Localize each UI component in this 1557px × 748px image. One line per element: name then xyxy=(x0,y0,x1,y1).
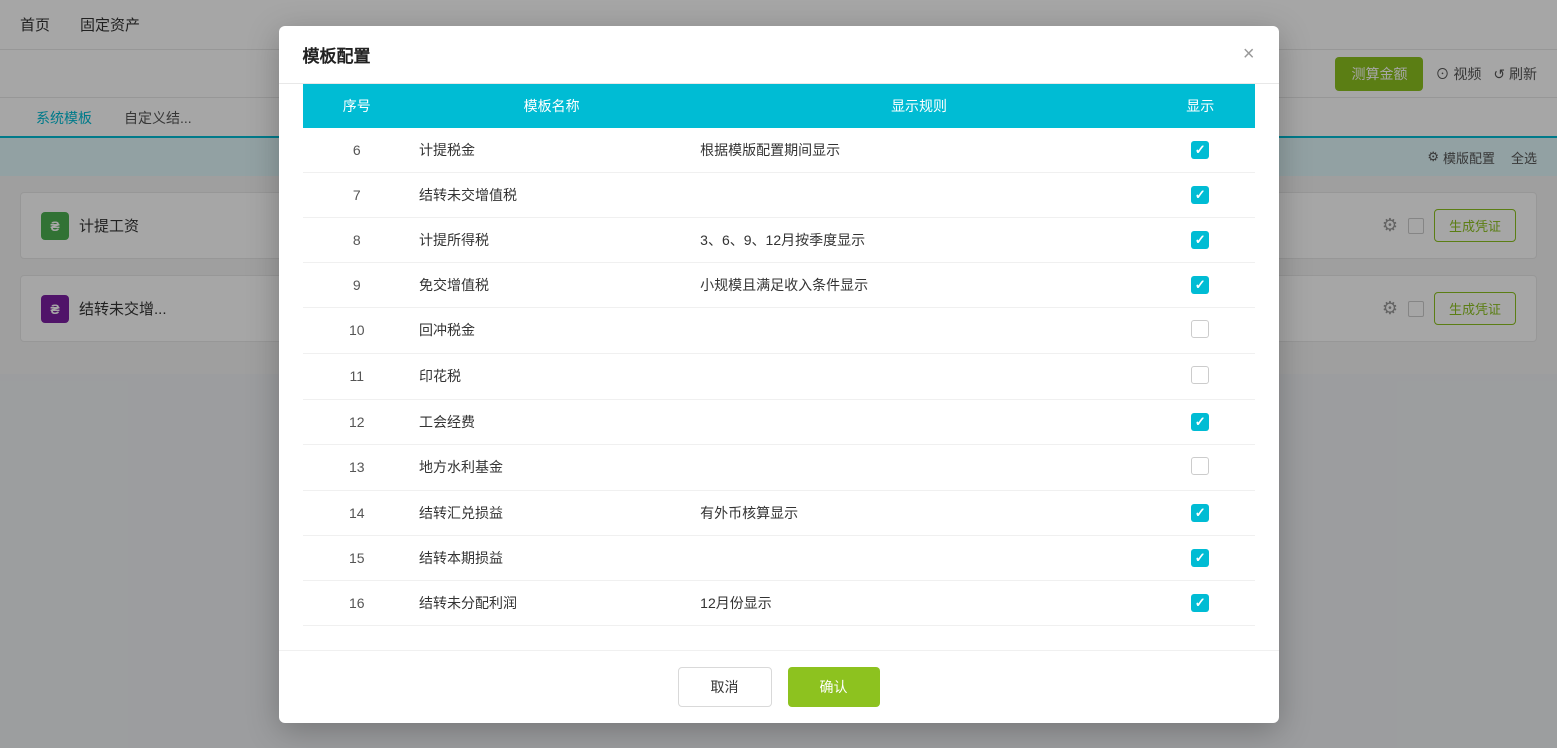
table-row: 9免交增值税小规模且满足收入条件显示 xyxy=(303,262,1255,307)
modal-body: 序号 模板名称 显示规则 显示 6计提税金根据模版配置期间显示7结转未交增值税8… xyxy=(279,84,1279,650)
modal-title: 模板配置 xyxy=(303,42,371,67)
modal-close-button[interactable]: × xyxy=(1243,44,1255,64)
row-rule: 12月份显示 xyxy=(692,580,1146,625)
table-row: 16结转未分配利润12月份显示 xyxy=(303,580,1255,625)
table-row: 7结转未交增值税 xyxy=(303,172,1255,217)
row-name: 地方水利基金 xyxy=(411,444,692,490)
row-rule xyxy=(692,444,1146,490)
row-id: 8 xyxy=(303,217,412,262)
row-name: 结转本期损益 xyxy=(411,535,692,580)
row-check-cell xyxy=(1146,307,1255,353)
row-name: 结转汇兑损益 xyxy=(411,490,692,535)
modal-header: 模板配置 × xyxy=(279,26,1279,84)
row-check-cell xyxy=(1146,580,1255,625)
row-checkbox[interactable] xyxy=(1191,276,1209,294)
row-name: 回冲税金 xyxy=(411,307,692,353)
col-header-rule: 显示规则 xyxy=(692,84,1146,128)
row-check-cell xyxy=(1146,353,1255,399)
row-name: 免交增值税 xyxy=(411,262,692,307)
row-name: 印花税 xyxy=(411,353,692,399)
table-row: 11印花税 xyxy=(303,353,1255,399)
row-checkbox[interactable] xyxy=(1191,504,1209,522)
row-rule xyxy=(692,353,1146,399)
row-rule xyxy=(692,399,1146,444)
row-id: 12 xyxy=(303,399,412,444)
table-row: 6计提税金根据模版配置期间显示 xyxy=(303,128,1255,173)
table-row: 15结转本期损益 xyxy=(303,535,1255,580)
row-name: 计提所得税 xyxy=(411,217,692,262)
config-table: 序号 模板名称 显示规则 显示 6计提税金根据模版配置期间显示7结转未交增值税8… xyxy=(303,84,1255,626)
row-rule: 3、6、9、12月按季度显示 xyxy=(692,217,1146,262)
row-checkbox[interactable] xyxy=(1191,457,1209,475)
modal-footer: 取消 确认 xyxy=(279,650,1279,723)
row-check-cell xyxy=(1146,535,1255,580)
row-check-cell xyxy=(1146,128,1255,173)
row-rule: 小规模且满足收入条件显示 xyxy=(692,262,1146,307)
row-id: 16 xyxy=(303,580,412,625)
table-row: 8计提所得税3、6、9、12月按季度显示 xyxy=(303,217,1255,262)
row-checkbox[interactable] xyxy=(1191,366,1209,384)
row-check-cell xyxy=(1146,399,1255,444)
col-header-show: 显示 xyxy=(1146,84,1255,128)
col-header-name: 模板名称 xyxy=(411,84,692,128)
row-checkbox[interactable] xyxy=(1191,594,1209,612)
row-id: 15 xyxy=(303,535,412,580)
row-check-cell xyxy=(1146,444,1255,490)
row-id: 6 xyxy=(303,128,412,173)
row-id: 13 xyxy=(303,444,412,490)
modal-overlay: 模板配置 × 序号 模板名称 显示规则 显示 6计提税金根据模版配置期间显示7结… xyxy=(0,0,1557,748)
row-rule xyxy=(692,172,1146,217)
row-check-cell xyxy=(1146,172,1255,217)
row-name: 结转未交增值税 xyxy=(411,172,692,217)
row-id: 10 xyxy=(303,307,412,353)
row-check-cell xyxy=(1146,490,1255,535)
row-checkbox[interactable] xyxy=(1191,320,1209,338)
row-id: 9 xyxy=(303,262,412,307)
row-rule xyxy=(692,307,1146,353)
modal-template-config: 模板配置 × 序号 模板名称 显示规则 显示 6计提税金根据模版配置期间显示7结… xyxy=(279,26,1279,723)
row-name: 工会经费 xyxy=(411,399,692,444)
row-id: 14 xyxy=(303,490,412,535)
table-row: 14结转汇兑损益有外币核算显示 xyxy=(303,490,1255,535)
table-row: 12工会经费 xyxy=(303,399,1255,444)
table-row: 13地方水利基金 xyxy=(303,444,1255,490)
row-checkbox[interactable] xyxy=(1191,141,1209,159)
row-checkbox[interactable] xyxy=(1191,231,1209,249)
table-row: 10回冲税金 xyxy=(303,307,1255,353)
row-name: 结转未分配利润 xyxy=(411,580,692,625)
row-name: 计提税金 xyxy=(411,128,692,173)
cancel-button[interactable]: 取消 xyxy=(678,667,772,707)
confirm-button[interactable]: 确认 xyxy=(788,667,880,707)
row-check-cell xyxy=(1146,262,1255,307)
row-id: 7 xyxy=(303,172,412,217)
row-rule: 根据模版配置期间显示 xyxy=(692,128,1146,173)
row-checkbox[interactable] xyxy=(1191,549,1209,567)
row-checkbox[interactable] xyxy=(1191,186,1209,204)
row-check-cell xyxy=(1146,217,1255,262)
row-checkbox[interactable] xyxy=(1191,413,1209,431)
col-header-id: 序号 xyxy=(303,84,412,128)
row-rule: 有外币核算显示 xyxy=(692,490,1146,535)
row-rule xyxy=(692,535,1146,580)
row-id: 11 xyxy=(303,353,412,399)
